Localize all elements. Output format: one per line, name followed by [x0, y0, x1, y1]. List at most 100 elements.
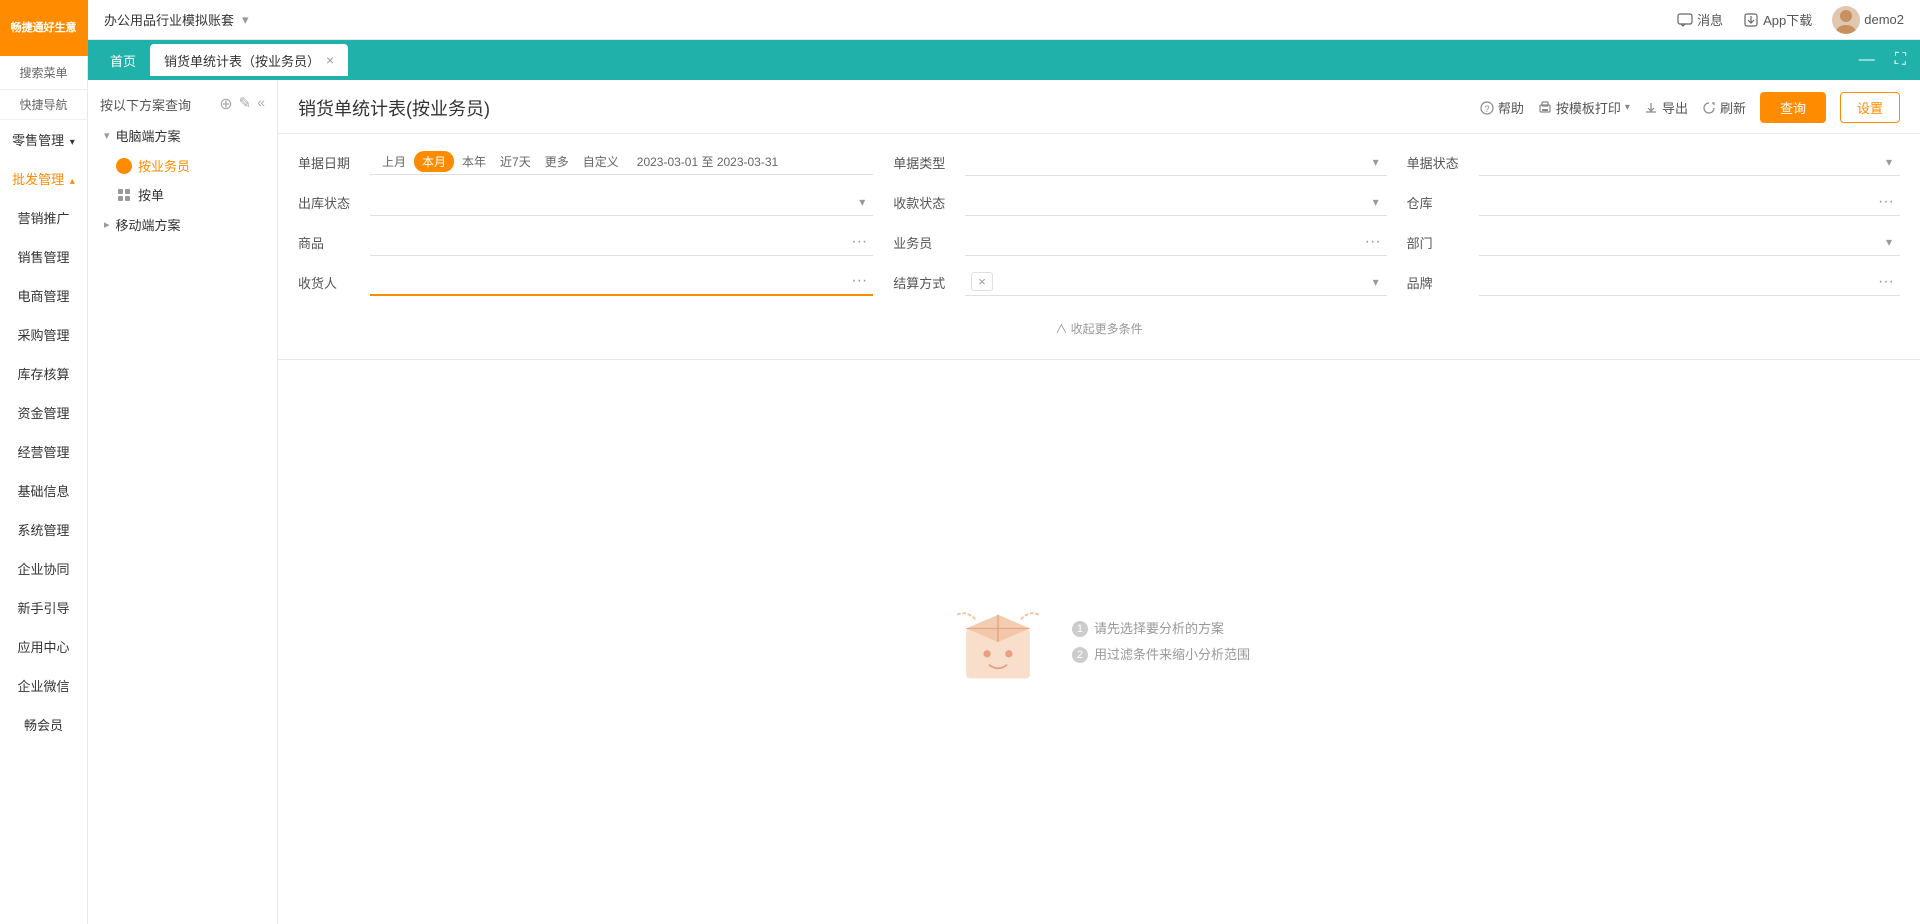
receiver-dots-icon: ··· — [851, 272, 867, 290]
warehouse-dots-icon: ··· — [1878, 193, 1894, 211]
refresh-btn[interactable]: 刷新 — [1702, 98, 1746, 117]
page-header: 销货单统计表(按业务员) ? 帮助 按模板打印 ▾ 导出 — [278, 80, 1920, 134]
date-range-value: 2023-03-01 至 2023-03-31 — [637, 153, 778, 170]
edit-scheme-btn[interactable]: ✎ — [239, 94, 252, 114]
type-label: 单据类型 — [893, 153, 965, 172]
tree-child-by-salesman[interactable]: 按业务员 — [88, 151, 277, 180]
quick-nav[interactable]: 快捷导航 — [0, 90, 88, 120]
search-menu[interactable]: 搜索菜单 — [0, 56, 88, 90]
tab-close-icon[interactable]: × — [326, 52, 334, 68]
settings-button[interactable]: 设置 — [1840, 92, 1900, 123]
panel-sidebar: 按以下方案查询 ⊕ ✎ « ▾ 电脑端方案 按业务员 — [88, 80, 278, 924]
sidebar-item-basic[interactable]: 基础信息 — [0, 471, 88, 510]
help-btn[interactable]: ? 帮助 — [1480, 98, 1524, 117]
print-icon — [1538, 101, 1552, 115]
sidebar-item-ecommerce[interactable]: 电商管理 — [0, 276, 88, 315]
tab-home[interactable]: 首页 — [96, 44, 150, 76]
out-status-select[interactable] — [370, 188, 873, 216]
date-tab-this-year[interactable]: 本年 — [456, 151, 492, 172]
help-icon: ? — [1480, 101, 1494, 115]
salesman-input[interactable]: ··· — [965, 228, 1386, 256]
add-scheme-btn[interactable]: ⊕ — [219, 94, 232, 114]
sidebar-item-purchase[interactable]: 采购管理 — [0, 315, 88, 354]
sidebar-item-apps[interactable]: 应用中心 — [0, 627, 88, 666]
message-icon — [1677, 12, 1693, 28]
topbar-right: 消息 App下载 demo2 — [1677, 6, 1904, 34]
dept-select[interactable] — [1479, 228, 1900, 256]
settle-select[interactable]: × — [965, 268, 1386, 296]
collapse-panel-btn[interactable]: « — [257, 94, 265, 114]
sidebar-item-finance[interactable]: 资金管理 — [0, 393, 88, 432]
tab-maximize-btn[interactable]: ⛶ — [1889, 49, 1912, 71]
tab-minimize-btn[interactable]: — — [1853, 49, 1881, 71]
sidebar-item-marketing[interactable]: 营销推广 — [0, 198, 88, 237]
sidebar-item-guide[interactable]: 新手引导 — [0, 588, 88, 627]
sidebar: 畅捷通好生意 搜索菜单 快捷导航 零售管理 ▾ 批发管理 ▴ 营销推广 销售管理… — [0, 0, 88, 924]
tip-num-2: 2 — [1072, 647, 1088, 663]
status-select[interactable] — [1479, 148, 1900, 176]
goods-label: 商品 — [298, 233, 370, 252]
settle-tag: × — [971, 272, 993, 291]
tree-item-desktop[interactable]: ▾ 电脑端方案 — [88, 120, 277, 151]
goods-dots-icon: ··· — [851, 233, 867, 251]
message-btn[interactable]: 消息 — [1677, 10, 1723, 29]
date-tab-7days[interactable]: 近7天 — [494, 151, 537, 172]
tab-sales-stat[interactable]: 销货单统计表（按业务员） × — [150, 44, 348, 76]
tip-num-1: 1 — [1072, 621, 1088, 637]
close-x-icon[interactable]: × — [978, 274, 986, 289]
date-tab-custom[interactable]: 自定义 — [577, 151, 625, 172]
app-download-btn[interactable]: App下载 — [1743, 10, 1812, 29]
sidebar-item-collab[interactable]: 企业协同 — [0, 549, 88, 588]
export-btn[interactable]: 导出 — [1644, 98, 1688, 117]
salesman-label: 业务员 — [893, 233, 965, 252]
template-print-btn[interactable]: 按模板打印 ▾ — [1538, 98, 1630, 117]
status-label: 单据状态 — [1407, 153, 1479, 172]
sidebar-item-sales[interactable]: 销售管理 — [0, 237, 88, 276]
date-tab-more[interactable]: 更多 — [539, 151, 575, 172]
workspace-dropdown-icon[interactable]: ▾ — [242, 12, 249, 28]
pay-status-select[interactable] — [965, 188, 1386, 216]
filter-row-4: 收货人 ··· 结算方式 × 品牌 ··· — [298, 268, 1900, 296]
type-select[interactable] — [965, 148, 1386, 176]
collapse-btn[interactable]: ∧ 收起更多条件 — [1043, 316, 1154, 341]
query-button[interactable]: 查询 — [1760, 92, 1826, 123]
avatar — [1832, 6, 1860, 34]
export-icon — [1644, 101, 1658, 115]
receiver-input[interactable]: ··· — [370, 268, 873, 296]
date-tabs: 上月 本月 本年 近7天 更多 自定义 — [376, 151, 625, 172]
sidebar-item-wholesale[interactable]: 批发管理 ▴ — [0, 159, 88, 198]
sidebar-item-wechat[interactable]: 企业微信 — [0, 666, 88, 705]
sidebar-item-retail[interactable]: 零售管理 ▾ — [0, 120, 88, 159]
brand-input[interactable]: ··· — [1479, 268, 1900, 296]
date-label: 单据日期 — [298, 153, 370, 172]
tabbar: 首页 销货单统计表（按业务员） × — ⛶ — [88, 40, 1920, 80]
main-area: 办公用品行业模拟账套 ▾ 消息 App下载 demo2 首页 — [88, 0, 1920, 924]
tip-item-2: 2 用过滤条件来缩小分析范围 — [1072, 642, 1250, 668]
dept-label: 部门 — [1407, 233, 1479, 252]
sidebar-item-inventory[interactable]: 库存核算 — [0, 354, 88, 393]
panel-sidebar-ctrl-icons: ⊕ ✎ « — [219, 94, 265, 114]
settle-label: 结算方式 — [893, 273, 965, 292]
filter-row-3: 商品 ··· 业务员 ··· 部门 — [298, 228, 1900, 256]
filter-section: 单据日期 上月 本月 本年 近7天 更多 自定义 2023-03-01 至 20… — [278, 134, 1920, 360]
empty-illustration — [948, 592, 1048, 692]
download-icon — [1743, 12, 1759, 28]
sidebar-item-system[interactable]: 系统管理 — [0, 510, 88, 549]
goods-input[interactable]: ··· — [370, 228, 873, 256]
app-logo: 畅捷通好生意 — [0, 0, 88, 56]
brand-dots-icon: ··· — [1878, 273, 1894, 291]
date-tab-last-month[interactable]: 上月 — [376, 151, 412, 172]
user-profile[interactable]: demo2 — [1832, 6, 1904, 34]
date-tab-this-month[interactable]: 本月 — [414, 151, 454, 172]
out-status-label: 出库状态 — [298, 193, 370, 212]
svg-text:?: ? — [1484, 104, 1489, 114]
tree-item-mobile[interactable]: ▸ 移动端方案 — [88, 209, 277, 240]
page-header-actions: ? 帮助 按模板打印 ▾ 导出 刷新 — [1480, 92, 1900, 123]
sidebar-item-member[interactable]: 畅会员 — [0, 705, 88, 744]
print-dropdown-icon[interactable]: ▾ — [1625, 102, 1630, 113]
page-title: 销货单统计表(按业务员) — [298, 95, 490, 121]
sidebar-item-operation[interactable]: 经营管理 — [0, 432, 88, 471]
tree-child-by-order[interactable]: 按单 — [88, 180, 277, 209]
warehouse-input[interactable]: ··· — [1479, 188, 1900, 216]
tip-item-1: 1 请先选择要分析的方案 — [1072, 616, 1250, 642]
